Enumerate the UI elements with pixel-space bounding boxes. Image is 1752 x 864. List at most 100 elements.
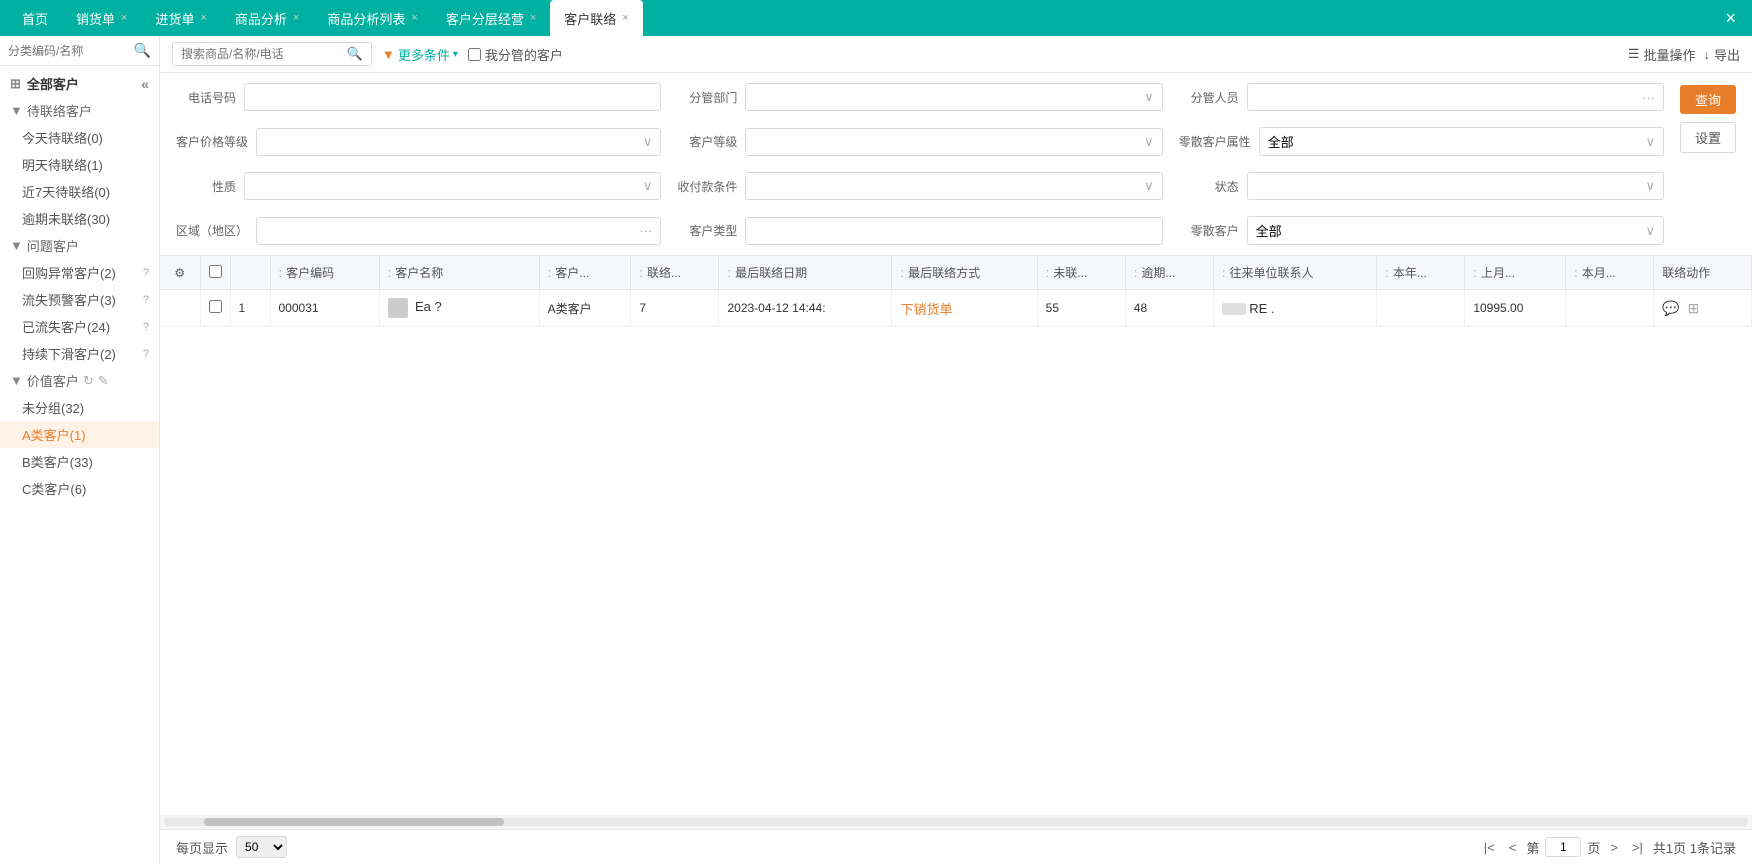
thismonth-column-header[interactable]: :本月... <box>1566 256 1654 290</box>
sidebar-item-class-a[interactable]: A类客户(1) <box>0 421 159 448</box>
scatter-cust-dropdown[interactable]: 全部 ∨ <box>1247 216 1664 245</box>
edit-icon[interactable]: ✎ <box>98 373 109 389</box>
sidebar-item-declining[interactable]: 持续下滑客户(2) ? <box>0 340 159 367</box>
payment-dropdown[interactable]: ∨ <box>745 172 1162 200</box>
export-button[interactable]: ↓ 导出 <box>1703 45 1740 64</box>
sidebar-item-7days[interactable]: 近7天待联络(0) <box>0 178 159 205</box>
refresh-icon[interactable]: ↻ <box>83 373 94 389</box>
nav-tab-sales[interactable]: 销货单 × <box>62 0 141 36</box>
collapse-icon[interactable]: « <box>141 76 149 92</box>
lastdate-column-header[interactable]: :最后联络日期 <box>719 256 892 290</box>
page-input[interactable] <box>1545 837 1581 857</box>
filter-row-3: 性质 ∨ 收付款条件 ∨ 状态 <box>176 172 1664 200</box>
gear-column-header[interactable]: ⚙ <box>160 256 200 290</box>
nocontact-column-header[interactable]: :未联... <box>1037 256 1125 290</box>
sidebar-root-label: ⊞ 全部客户 « <box>0 66 159 97</box>
region-input[interactable]: ··· <box>256 217 661 245</box>
select-all-checkbox[interactable] <box>209 265 222 278</box>
prev-page-button[interactable]: < <box>1505 838 1521 857</box>
close-icon[interactable]: × <box>622 12 628 24</box>
status-dropdown[interactable]: ∨ <box>1247 172 1664 200</box>
scatter-cust-label: 零散客户 <box>1179 222 1239 239</box>
query-button[interactable]: 查询 <box>1680 85 1736 114</box>
sidebar-item-churned[interactable]: 已流失客户(24) ? <box>0 313 159 340</box>
nav-tab-analysis[interactable]: 商品分析 × <box>221 0 313 36</box>
nature-dropdown[interactable]: ∨ <box>244 172 661 200</box>
cust-level-dropdown[interactable]: ∨ <box>745 128 1162 156</box>
phone-label: 电话号码 <box>176 89 236 106</box>
search-icon: 🔍 <box>347 46 363 62</box>
settings-button[interactable]: 设置 <box>1680 122 1736 153</box>
sidebar-item-today[interactable]: 今天待联络(0) <box>0 124 159 151</box>
cust-type-input[interactable] <box>745 217 1162 245</box>
per-page-select[interactable]: 50 100 200 <box>236 836 287 858</box>
close-icon[interactable]: × <box>293 12 299 24</box>
next-page-button[interactable]: > <box>1606 838 1622 857</box>
nav-tab-analysis-list[interactable]: 商品分析列表 × <box>313 0 431 36</box>
custtype-column-header[interactable]: :客户... <box>539 256 631 290</box>
lastway-link[interactable]: 下销货单 <box>900 302 952 317</box>
close-all-button[interactable]: × <box>1717 8 1744 29</box>
sidebar-item-repurchase-abnormal[interactable]: 回购异常客户(2) ? <box>0 259 159 286</box>
chevron-down-icon: ∨ <box>1645 223 1655 239</box>
chevron-down-icon: ∨ <box>643 178 653 194</box>
price-level-label: 客户价格等级 <box>176 133 248 150</box>
person-field: 分管人员 ··· <box>1179 83 1664 111</box>
close-icon[interactable]: × <box>121 12 127 24</box>
my-customers-checkbox[interactable]: 我分管的客户 <box>468 45 563 64</box>
search-box[interactable]: 🔍 <box>172 42 372 66</box>
unitcontact-column-header[interactable]: :往来单位联系人 <box>1213 256 1376 290</box>
price-level-dropdown[interactable]: ∨ <box>256 128 661 156</box>
overdue-column-header[interactable]: :逾期... <box>1125 256 1213 290</box>
close-icon[interactable]: × <box>200 12 206 24</box>
nature-field: 性质 ∨ <box>176 172 661 200</box>
sidebar-group-value[interactable]: ▼ 价值客户 ↻ ✎ <box>0 367 159 394</box>
chevron-down-icon: ∨ <box>1645 178 1655 194</box>
dept-dropdown[interactable]: ∨ <box>745 83 1162 111</box>
code-column-header[interactable]: :客户编码 <box>270 256 379 290</box>
sidebar-item-class-b[interactable]: B类客户(33) <box>0 448 159 475</box>
sidebar-search-input[interactable] <box>8 44 134 58</box>
horizontal-scrollbar[interactable] <box>160 815 1752 829</box>
thisyear-column-header[interactable]: :本年... <box>1377 256 1465 290</box>
sidebar-item-ungroup[interactable]: 未分组(32) <box>0 394 159 421</box>
scroll-thumb[interactable] <box>204 818 504 826</box>
contact-column-header[interactable]: :联络... <box>631 256 719 290</box>
more-conditions-button[interactable]: ▼ 更多条件 ▾ <box>382 45 458 64</box>
last-page-button[interactable]: >| <box>1628 838 1647 857</box>
grid-icon[interactable]: ⊞ <box>1688 300 1700 317</box>
person-input[interactable]: ··· <box>1247 83 1664 111</box>
avatar <box>388 298 408 318</box>
row-checkbox[interactable] <box>209 300 222 313</box>
action-column-header: 联络动作 <box>1654 256 1752 290</box>
lastmonth-column-header[interactable]: :上月... <box>1465 256 1566 290</box>
sidebar-group-pending[interactable]: ▼ 待联络客户 <box>0 97 159 124</box>
close-icon[interactable]: × <box>530 12 536 24</box>
my-customers-check[interactable] <box>468 48 481 61</box>
scatter-attr-dropdown[interactable]: 全部 ∨ <box>1259 127 1664 156</box>
first-page-button[interactable]: |< <box>1480 838 1499 857</box>
sidebar-search-box[interactable]: 🔍 <box>0 36 159 66</box>
sidebar-item-tomorrow[interactable]: 明天待联络(1) <box>0 151 159 178</box>
sidebar-item-overdue[interactable]: 逾期未联络(30) <box>0 205 159 232</box>
sidebar-item-churn-warning[interactable]: 流失预警客户(3) ? <box>0 286 159 313</box>
search-input[interactable] <box>181 47 347 61</box>
phone-input[interactable] <box>244 83 661 111</box>
close-icon[interactable]: × <box>411 12 417 24</box>
nav-tab-purchase[interactable]: 进货单 × <box>141 0 220 36</box>
scatter-attr-field: 零散客户属性 全部 ∨ <box>1179 127 1664 156</box>
chevron-down-icon: ∨ <box>1144 89 1154 105</box>
sidebar-item-class-c[interactable]: C类客户(6) <box>0 475 159 502</box>
name-column-header[interactable]: :客户名称 <box>379 256 539 290</box>
scroll-track <box>164 818 1748 826</box>
batch-icon: ☰ <box>1628 46 1640 62</box>
nav-tab-customer-mgmt[interactable]: 客户分层经营 × <box>432 0 550 36</box>
dots-icon: ··· <box>1642 90 1655 105</box>
chat-icon[interactable]: 💬 <box>1662 300 1679 317</box>
nav-tab-customer-contact[interactable]: 客户联络 × <box>550 0 642 36</box>
lastway-column-header[interactable]: :最后联络方式 <box>892 256 1037 290</box>
table-footer: 每页显示 50 100 200 |< < 第 页 > >| 共1页 1条记录 <box>160 829 1752 864</box>
sidebar-group-problem[interactable]: ▼ 问题客户 <box>0 232 159 259</box>
batch-op-button[interactable]: ☰ 批量操作 <box>1628 45 1696 64</box>
nav-tab-home[interactable]: 首页 <box>8 0 62 36</box>
